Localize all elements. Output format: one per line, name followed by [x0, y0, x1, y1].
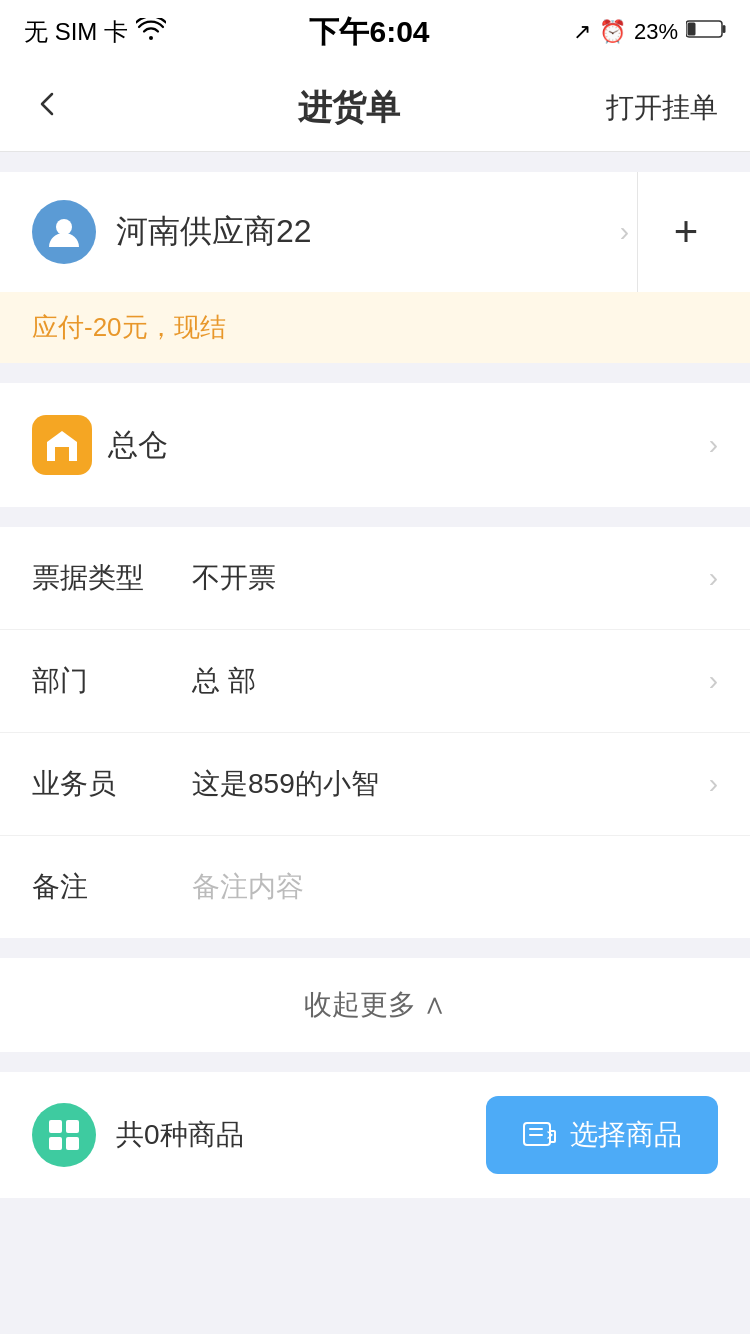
- collapse-label: 收起更多 ∧: [304, 986, 447, 1024]
- salesperson-row[interactable]: 业务员 这是859的小智 ›: [0, 733, 750, 836]
- supplier-selector[interactable]: 河南供应商22 ›: [32, 172, 638, 292]
- back-button[interactable]: [32, 87, 92, 129]
- form-section: 票据类型 不开票 › 部门 总 部 › 业务员 这是859的小智 › 备注 备注…: [0, 527, 750, 938]
- svg-rect-5: [49, 1120, 62, 1133]
- open-pending-button[interactable]: 打开挂单: [606, 89, 718, 127]
- product-icon: [32, 1103, 96, 1167]
- alarm-icon: ⏰: [599, 19, 626, 45]
- invoice-chevron-icon: ›: [709, 562, 718, 594]
- invoice-type-label: 票据类型: [32, 559, 172, 597]
- product-bar: 共0种商品 选择商品: [0, 1072, 750, 1198]
- wifi-icon: [136, 18, 166, 46]
- svg-rect-7: [49, 1137, 62, 1150]
- svg-rect-2: [687, 23, 695, 36]
- remark-row[interactable]: 备注 备注内容: [0, 836, 750, 938]
- warehouse-name: 总仓: [108, 425, 693, 466]
- department-value: 总 部: [172, 662, 701, 700]
- select-product-label: 选择商品: [570, 1116, 682, 1154]
- department-row[interactable]: 部门 总 部 ›: [0, 630, 750, 733]
- status-time: 下午6:04: [309, 12, 429, 53]
- supplier-chevron-icon: ›: [620, 216, 629, 248]
- department-chevron-icon: ›: [709, 665, 718, 697]
- invoice-type-value: 不开票: [172, 559, 701, 597]
- warehouse-chevron-icon: ›: [709, 429, 718, 461]
- status-left: 无 SIM 卡: [24, 16, 166, 48]
- select-product-button[interactable]: 选择商品: [486, 1096, 718, 1174]
- bottom-fill: [0, 1198, 750, 1334]
- section-gap-1: [0, 152, 750, 172]
- remark-label: 备注: [32, 868, 172, 906]
- sim-label: 无 SIM 卡: [24, 16, 128, 48]
- salesperson-chevron-icon: ›: [709, 768, 718, 800]
- department-label: 部门: [32, 662, 172, 700]
- warehouse-section: 总仓 ›: [0, 383, 750, 507]
- product-count: 共0种商品: [116, 1116, 466, 1154]
- svg-point-3: [56, 219, 72, 235]
- add-supplier-button[interactable]: +: [638, 172, 718, 292]
- svg-rect-1: [722, 25, 725, 33]
- nav-bar: 进货单 打开挂单: [0, 64, 750, 152]
- invoice-type-row[interactable]: 票据类型 不开票 ›: [0, 527, 750, 630]
- status-right: ↗ ⏰ 23%: [573, 19, 726, 45]
- remark-input[interactable]: 备注内容: [172, 868, 718, 906]
- warehouse-icon: [32, 415, 92, 475]
- battery-icon: [686, 19, 726, 45]
- svg-rect-6: [66, 1120, 79, 1133]
- svg-rect-4: [55, 447, 69, 461]
- status-bar: 无 SIM 卡 下午6:04 ↗ ⏰ 23%: [0, 0, 750, 64]
- warehouse-selector[interactable]: 总仓 ›: [0, 383, 750, 507]
- page-title: 进货单: [298, 85, 400, 131]
- svg-rect-8: [66, 1137, 79, 1150]
- location-icon: ↗: [573, 19, 591, 45]
- notice-text: 应付-20元，现结: [32, 312, 226, 342]
- supplier-avatar: [32, 200, 96, 264]
- collapse-button[interactable]: 收起更多 ∧: [0, 958, 750, 1052]
- supplier-section: 河南供应商22 › +: [0, 172, 750, 292]
- salesperson-value: 这是859的小智: [172, 765, 701, 803]
- salesperson-label: 业务员: [32, 765, 172, 803]
- supplier-name: 河南供应商22: [116, 210, 600, 254]
- notice-banner: 应付-20元，现结: [0, 292, 750, 363]
- battery-label: 23%: [634, 19, 678, 45]
